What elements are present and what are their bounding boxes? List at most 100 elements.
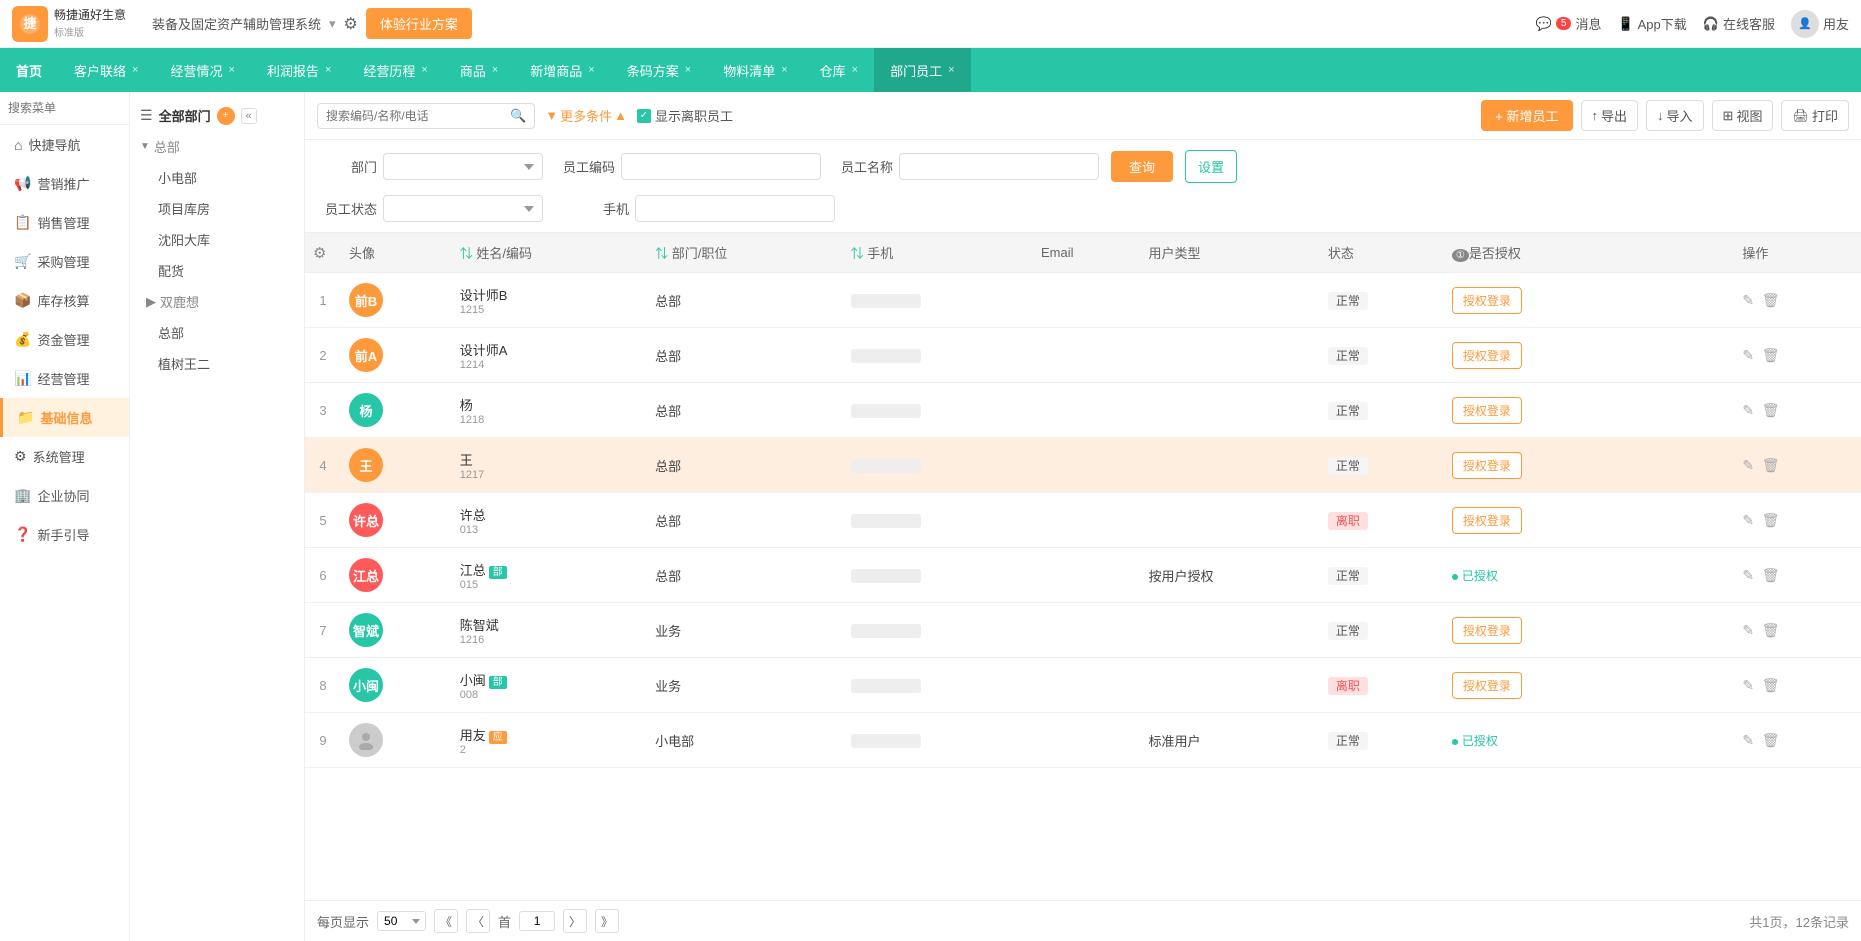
- close-icon[interactable]: ×: [852, 64, 858, 76]
- delete-icon[interactable]: 🗑: [1762, 292, 1780, 308]
- tab-bom[interactable]: 物料清单 ×: [707, 48, 803, 92]
- dept-item-zhishu[interactable]: 植树王二: [142, 348, 304, 379]
- edit-icon[interactable]: ✎: [1742, 402, 1754, 418]
- auth-button[interactable]: 授权登录: [1452, 507, 1522, 534]
- cell-auth[interactable]: 授权登录: [1444, 438, 1634, 493]
- filter-status-select[interactable]: [383, 195, 543, 222]
- online-service-button[interactable]: 🎧 在线客服: [1703, 14, 1775, 33]
- settings-icon[interactable]: ⚙: [313, 245, 326, 262]
- next-page-button[interactable]: 〉: [563, 909, 587, 933]
- cell-auth[interactable]: 授权登录: [1444, 383, 1634, 438]
- tab-operations[interactable]: 经营情况 ×: [154, 48, 250, 92]
- sidebar-item-basic-info[interactable]: 📁 基础信息: [0, 398, 129, 437]
- dept-item-zongbu[interactable]: 总部: [142, 317, 304, 348]
- dept-group-root[interactable]: ▼ 总部: [130, 131, 304, 162]
- edit-icon[interactable]: ✎: [1742, 677, 1754, 693]
- sidebar-search-input[interactable]: [8, 101, 130, 115]
- cell-auth[interactable]: 已授权: [1444, 713, 1634, 768]
- auth-button[interactable]: 授权登录: [1452, 397, 1522, 424]
- add-employee-button[interactable]: + 新增员工: [1481, 100, 1572, 131]
- sidebar-item-marketing[interactable]: 📢 营销推广: [0, 164, 129, 203]
- tab-home[interactable]: 首页: [0, 48, 58, 92]
- col-name[interactable]: ⇅ 姓名/编码: [452, 233, 647, 273]
- search-input[interactable]: [326, 109, 506, 123]
- dept-item-shenyang[interactable]: 沈阳大库: [142, 224, 304, 255]
- view-button[interactable]: ⊞ 视图: [1712, 100, 1774, 131]
- print-button[interactable]: 🖨 打印: [1781, 100, 1849, 131]
- show-disabled-toggle[interactable]: ✓ 显示离职员工: [637, 106, 733, 125]
- dept-item-project[interactable]: 项目库房: [142, 193, 304, 224]
- edit-icon[interactable]: ✎: [1742, 347, 1754, 363]
- collapse-button[interactable]: «: [241, 108, 257, 124]
- page-size-select[interactable]: 50 100: [377, 911, 426, 931]
- edit-icon[interactable]: ✎: [1742, 457, 1754, 473]
- col-phone[interactable]: ⇅ 手机: [843, 233, 1033, 273]
- edit-icon[interactable]: ✎: [1742, 732, 1754, 748]
- tab-goods[interactable]: 商品 ×: [444, 48, 514, 92]
- cell-auth[interactable]: 授权登录: [1444, 328, 1634, 383]
- delete-icon[interactable]: 🗑: [1762, 457, 1780, 473]
- title-dropdown-arrow[interactable]: ▾: [329, 16, 336, 32]
- delete-icon[interactable]: 🗑: [1762, 622, 1780, 638]
- delete-icon[interactable]: 🗑: [1762, 347, 1780, 363]
- col-settings[interactable]: ⚙: [305, 233, 341, 273]
- auth-button[interactable]: 授权登录: [1452, 342, 1522, 369]
- tab-customer[interactable]: 客户联络 ×: [58, 48, 154, 92]
- import-button[interactable]: ↓ 导入: [1646, 100, 1704, 131]
- tab-add-goods[interactable]: 新增商品 ×: [514, 48, 610, 92]
- more-filter-button[interactable]: ▼ 更多条件 ▲: [545, 106, 627, 125]
- last-page-button[interactable]: 》: [595, 909, 619, 933]
- close-icon[interactable]: ×: [685, 64, 691, 76]
- sidebar-item-sales[interactable]: 📋 销售管理: [0, 203, 129, 242]
- export-button[interactable]: ↑ 导出: [1581, 100, 1639, 131]
- filter-empcode-input[interactable]: [621, 153, 821, 180]
- dept-all-label[interactable]: 全部部门: [159, 106, 211, 125]
- cell-auth[interactable]: 授权登录: [1444, 493, 1634, 548]
- auth-button[interactable]: 授权登录: [1452, 672, 1522, 699]
- delete-icon[interactable]: 🗑: [1762, 567, 1780, 583]
- tab-history[interactable]: 经营历程 ×: [347, 48, 443, 92]
- tab-barcode[interactable]: 条码方案 ×: [611, 48, 707, 92]
- close-icon[interactable]: ×: [421, 64, 427, 76]
- delete-icon[interactable]: 🗑: [1762, 732, 1780, 748]
- tab-employee[interactable]: 部门员工 ×: [874, 48, 970, 92]
- edit-icon[interactable]: ✎: [1742, 567, 1754, 583]
- filter-phone-input[interactable]: [635, 195, 835, 222]
- user-menu[interactable]: 👤 用友: [1791, 10, 1849, 38]
- close-icon[interactable]: ×: [492, 64, 498, 76]
- auth-button[interactable]: 授权登录: [1452, 452, 1522, 479]
- tab-warehouse[interactable]: 仓库 ×: [804, 48, 874, 92]
- sidebar-item-purchase[interactable]: 🛒 采购管理: [0, 242, 129, 281]
- experience-button[interactable]: 体验行业方案: [366, 8, 472, 39]
- search-button[interactable]: 查询: [1111, 151, 1173, 182]
- message-button[interactable]: 💬 5 消息: [1536, 14, 1602, 33]
- dept-item-xiaodian[interactable]: 小电部: [142, 162, 304, 193]
- edit-icon[interactable]: ✎: [1742, 292, 1754, 308]
- gear-icon[interactable]: ⚙: [344, 14, 358, 34]
- delete-icon[interactable]: 🗑: [1762, 512, 1780, 528]
- cell-auth[interactable]: 授权登录: [1444, 603, 1634, 658]
- edit-icon[interactable]: ✎: [1742, 512, 1754, 528]
- filter-empname-input[interactable]: [899, 153, 1099, 180]
- first-page-button[interactable]: 《: [434, 909, 458, 933]
- reset-button[interactable]: 设置: [1185, 150, 1237, 183]
- close-icon[interactable]: ×: [948, 64, 954, 76]
- sidebar-item-guide[interactable]: ❓ 新手引导: [0, 515, 129, 554]
- close-icon[interactable]: ×: [588, 64, 594, 76]
- filter-dept-select[interactable]: [383, 153, 543, 180]
- sidebar-item-finance[interactable]: 💰 资金管理: [0, 320, 129, 359]
- sidebar-item-inventory[interactable]: 📦 库存核算: [0, 281, 129, 320]
- dept-item-shuanglu[interactable]: ▶ 双鹿想: [142, 286, 304, 317]
- col-dept[interactable]: ⇅ 部门/职位: [647, 233, 842, 273]
- auth-button[interactable]: 授权登录: [1452, 287, 1522, 314]
- tab-profit[interactable]: 利润报告 ×: [251, 48, 347, 92]
- edit-icon[interactable]: ✎: [1742, 622, 1754, 638]
- sidebar-item-company[interactable]: 🏢 企业协同: [0, 476, 129, 515]
- cell-auth[interactable]: 授权登录: [1444, 273, 1634, 328]
- close-icon[interactable]: ×: [781, 64, 787, 76]
- cell-auth[interactable]: 已授权: [1444, 548, 1634, 603]
- close-icon[interactable]: ×: [325, 64, 331, 76]
- page-input[interactable]: [519, 911, 555, 931]
- cell-auth[interactable]: 授权登录: [1444, 658, 1634, 713]
- delete-icon[interactable]: 🗑: [1762, 402, 1780, 418]
